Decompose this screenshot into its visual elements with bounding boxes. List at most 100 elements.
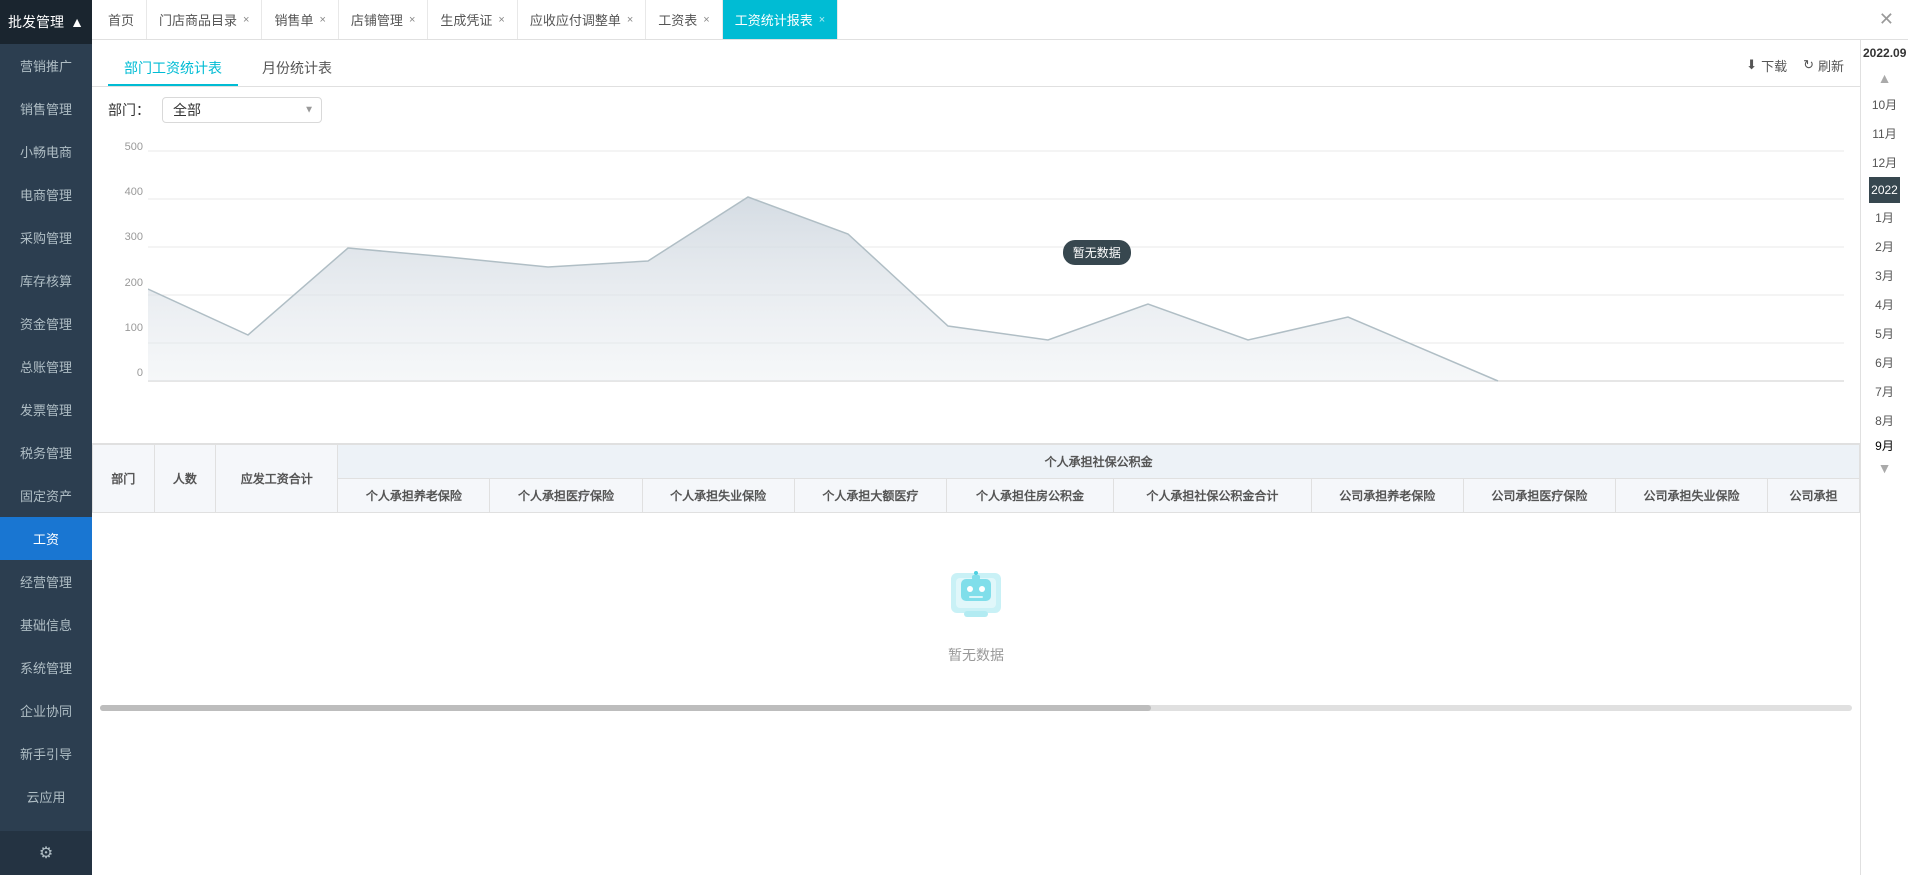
- month-8月[interactable]: 8月: [1869, 406, 1900, 435]
- month-3月[interactable]: 3月: [1869, 261, 1900, 290]
- tab-门店商品目录[interactable]: 门店商品目录×: [147, 0, 262, 39]
- tab-工资统计报表[interactable]: 工资统计报表×: [723, 0, 838, 39]
- right-panel: 2022.09 ▲ 10月11月12月20221月2月3月4月5月6月7月8月 9…: [1860, 40, 1908, 875]
- department-select[interactable]: 全部: [162, 97, 322, 123]
- tab-生成凭证[interactable]: 生成凭证×: [428, 0, 517, 39]
- sidebar-item-电商管理[interactable]: 电商管理: [0, 173, 92, 216]
- col-total-salary: 应发工资合计: [216, 445, 338, 513]
- month-2月[interactable]: 2月: [1869, 232, 1900, 261]
- filter-bar: 部门： 全部: [92, 87, 1860, 133]
- scrollbar-thumb[interactable]: [100, 705, 1151, 711]
- y-label-100: 100: [125, 322, 143, 334]
- col-个人承担住房公积金: 个人承担住房公积金: [946, 479, 1113, 513]
- y-label-400: 400: [125, 186, 143, 198]
- tab-店铺管理[interactable]: 店铺管理×: [339, 0, 428, 39]
- right-panel-year-label[interactable]: 2022.09: [1861, 40, 1908, 66]
- tab-close-icon-应收应付调整单[interactable]: ×: [627, 14, 633, 26]
- month-active-9月[interactable]: 9月: [1875, 437, 1894, 454]
- chart-area: 500 400 300 200 100 0: [92, 133, 1860, 443]
- sidebar-header[interactable]: 批发管理 ▲: [0, 0, 92, 44]
- refresh-button[interactable]: ↻ 刷新: [1803, 56, 1844, 75]
- month-2022-11月[interactable]: 11月: [1869, 119, 1900, 148]
- month-2022-10月[interactable]: 10月: [1869, 90, 1900, 119]
- sidebar-item-营销推广[interactable]: 营销推广: [0, 44, 92, 87]
- sidebar-item-资金管理[interactable]: 资金管理: [0, 302, 92, 345]
- sidebar-item-发票管理[interactable]: 发票管理: [0, 388, 92, 431]
- sidebar-item-企业协同[interactable]: 企业协同: [0, 689, 92, 732]
- table-section[interactable]: 部门 人数 应发工资合计 个人承担社保公积金 个人承担养老保险个人承担医疗保险 个…: [92, 443, 1860, 875]
- department-filter-label: 部门：: [108, 100, 150, 120]
- empty-text: 暂无数据: [948, 645, 1004, 665]
- tab-close-icon-生成凭证[interactable]: ×: [498, 14, 504, 26]
- close-all-tabs-button[interactable]: ✕: [1869, 9, 1904, 30]
- sidebar-item-固定资产[interactable]: 固定资产: [0, 474, 92, 517]
- tab-工资表[interactable]: 工资表×: [646, 0, 722, 39]
- empty-state: 暂无数据: [93, 513, 1860, 705]
- sidebar-footer[interactable]: ⚙: [0, 831, 92, 875]
- y-label-0: 0: [137, 367, 143, 379]
- month-2022-12月[interactable]: 12月: [1869, 148, 1900, 177]
- sub-tab-月份统计表[interactable]: 月份统计表: [246, 52, 348, 86]
- month-7月[interactable]: 7月: [1869, 377, 1900, 406]
- month-4月[interactable]: 4月: [1869, 290, 1900, 319]
- sub-tabs-bar: 部门工资统计表月份统计表 ⬇ 下载 ↻ 刷新: [92, 40, 1860, 87]
- col-department: 部门: [93, 445, 155, 513]
- sidebar-item-库存核算[interactable]: 库存核算: [0, 259, 92, 302]
- download-label: 下载: [1761, 56, 1787, 75]
- month-6月[interactable]: 6月: [1869, 348, 1900, 377]
- empty-icon: [936, 553, 1016, 633]
- sidebar-item-系统管理[interactable]: 系统管理: [0, 646, 92, 689]
- download-button[interactable]: ⬇ 下载: [1746, 56, 1787, 75]
- sidebar-item-新手引导[interactable]: 新手引导: [0, 732, 92, 775]
- tab-close-icon-销售单[interactable]: ×: [319, 14, 325, 26]
- chart-svg: [148, 141, 1844, 391]
- page-content: 部门工资统计表月份统计表 ⬇ 下载 ↻ 刷新 部门：: [92, 40, 1860, 875]
- tab-首页[interactable]: 首页: [96, 0, 147, 39]
- sub-tabs-left: 部门工资统计表月份统计表: [108, 52, 348, 86]
- sidebar-item-工资[interactable]: 工资: [0, 517, 92, 560]
- tab-bar: 首页门店商品目录×销售单×店铺管理×生成凭证×应收应付调整单×工资表×工资统计报…: [92, 0, 1908, 40]
- settings-icon: ⚙: [39, 845, 53, 862]
- month-5月[interactable]: 5月: [1869, 319, 1900, 348]
- sidebar-item-税务管理[interactable]: 税务管理: [0, 431, 92, 474]
- year-label-2022[interactable]: 2022: [1869, 177, 1900, 203]
- sidebar-item-基础信息[interactable]: 基础信息: [0, 603, 92, 646]
- sub-tab-部门工资统计表[interactable]: 部门工资统计表: [108, 52, 238, 86]
- tab-销售单[interactable]: 销售单×: [262, 0, 338, 39]
- sidebar: 批发管理 ▲ 营销推广销售管理小畅电商电商管理采购管理库存核算资金管理总账管理发…: [0, 0, 92, 875]
- col-公司承担养老保险: 公司承担养老保险: [1311, 479, 1463, 513]
- refresh-icon: ↻: [1803, 57, 1814, 73]
- col-个人承担大额医疗: 个人承担大额医疗: [794, 479, 946, 513]
- refresh-label: 刷新: [1818, 56, 1844, 75]
- sidebar-item-经营管理[interactable]: 经营管理: [0, 560, 92, 603]
- y-label-300: 300: [125, 231, 143, 243]
- tab-close-icon-店铺管理[interactable]: ×: [409, 14, 415, 26]
- right-panel-down-arrow[interactable]: ▼: [1874, 456, 1896, 480]
- table-empty-row: 暂无数据: [93, 513, 1860, 706]
- tab-close-icon-门店商品目录[interactable]: ×: [243, 14, 249, 26]
- tab-close-icon-工资统计报表[interactable]: ×: [819, 14, 825, 26]
- data-table: 部门 人数 应发工资合计 个人承担社保公积金 个人承担养老保险个人承担医疗保险 个…: [92, 444, 1860, 705]
- col-个人承担养老保险: 个人承担养老保险: [338, 479, 490, 513]
- col-个人承担社保公积金合计: 个人承担社保公积金合计: [1114, 479, 1311, 513]
- col-group-personal: 个人承担社保公积金: [338, 445, 1860, 479]
- col-公司承担失业保险: 公司承担失业保险: [1615, 479, 1767, 513]
- sidebar-item-采购管理[interactable]: 采购管理: [0, 216, 92, 259]
- tab-应收应付调整单[interactable]: 应收应付调整单×: [518, 0, 646, 39]
- col-公司承担医疗保险: 公司承担医疗保险: [1463, 479, 1615, 513]
- main-area: 首页门店商品目录×销售单×店铺管理×生成凭证×应收应付调整单×工资表×工资统计报…: [92, 0, 1908, 875]
- sidebar-item-总账管理[interactable]: 总账管理: [0, 345, 92, 388]
- right-panel-up-arrow[interactable]: ▲: [1874, 66, 1896, 90]
- sidebar-title: 批发管理: [8, 12, 64, 32]
- col-个人承担医疗保险: 个人承担医疗保险: [490, 479, 642, 513]
- download-icon: ⬇: [1746, 57, 1757, 73]
- sidebar-toggle-icon: ▲: [70, 14, 84, 30]
- sidebar-item-销售管理[interactable]: 销售管理: [0, 87, 92, 130]
- tab-close-icon-工资表[interactable]: ×: [703, 14, 709, 26]
- sidebar-item-小畅电商[interactable]: 小畅电商: [0, 130, 92, 173]
- y-label-200: 200: [125, 277, 143, 289]
- col-count: 人数: [154, 445, 216, 513]
- sidebar-item-云应用[interactable]: 云应用: [0, 775, 92, 818]
- col-公司承担: 公司承担: [1768, 479, 1860, 513]
- month-1月[interactable]: 1月: [1869, 203, 1900, 232]
